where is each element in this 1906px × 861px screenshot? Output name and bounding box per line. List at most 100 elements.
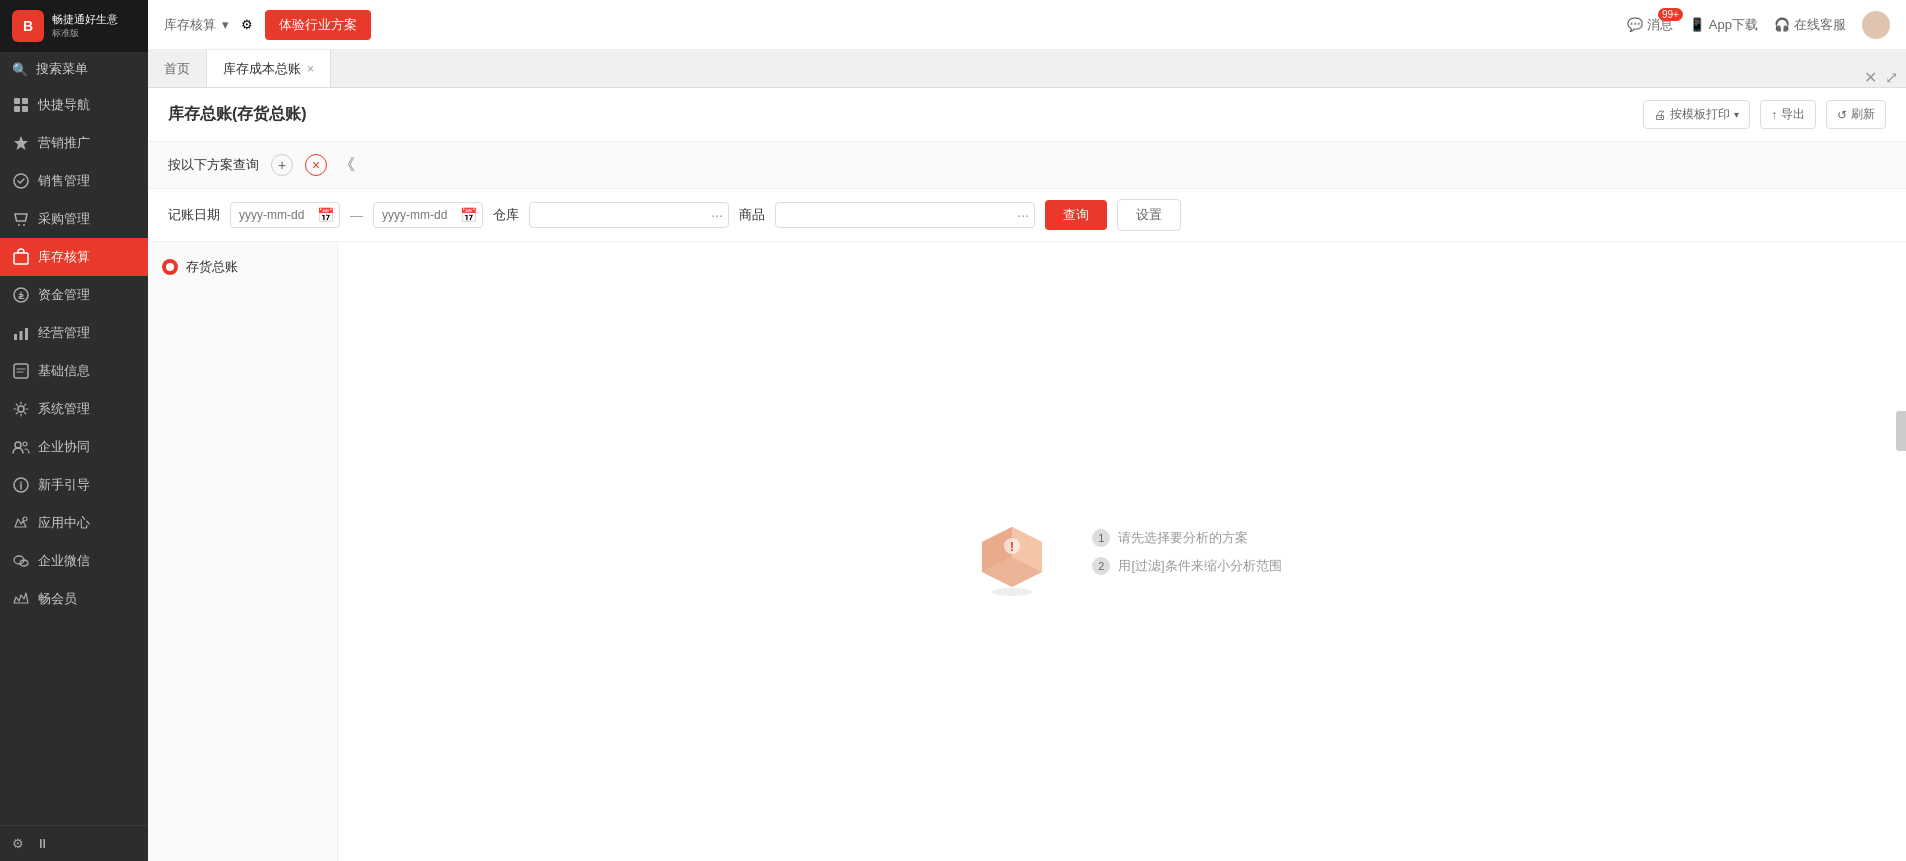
main-area: 库存核算 ▾ ⚙ 体验行业方案 💬 消息 99+ 📱 App下载 🎧 在线客服 …: [148, 0, 1906, 861]
app-download-link[interactable]: 📱 App下载: [1689, 16, 1758, 34]
topbar-settings-icon[interactable]: ⚙: [241, 17, 253, 32]
sidebar-item-basic-info[interactable]: 基础信息: [0, 352, 148, 390]
user-avatar[interactable]: [1862, 11, 1890, 39]
topbar: 库存核算 ▾ ⚙ 体验行业方案 💬 消息 99+ 📱 App下载 🎧 在线客服: [148, 0, 1906, 50]
product-more-icon[interactable]: ···: [1017, 207, 1029, 223]
date-start-wrapper: 📅: [230, 202, 340, 228]
breadcrumb-chevron[interactable]: ▾: [222, 17, 229, 32]
svg-rect-11: [25, 328, 28, 340]
svg-point-13: [18, 406, 24, 412]
marketing-icon: [12, 134, 30, 152]
sidebar-item-purchase[interactable]: 采购管理: [0, 200, 148, 238]
print-button[interactable]: 🖨 按模板打印 ▾: [1643, 100, 1750, 129]
sidebar-item-enterprise[interactable]: 企业协同: [0, 428, 148, 466]
search-menu[interactable]: 🔍 搜索菜单: [0, 52, 148, 86]
breadcrumb: 库存核算 ▾: [164, 16, 229, 34]
sidebar-item-new-guide[interactable]: 新手引导: [0, 466, 148, 504]
tabbar: 首页 库存成本总账 × ✕ ⤢: [148, 50, 1906, 88]
app-logo: B 畅捷通好生意 标准版: [0, 0, 148, 52]
sidebar-bottom: ⚙ ⏸: [0, 825, 148, 861]
empty-tip-1: 1 请先选择要分析的方案: [1092, 529, 1281, 547]
warehouse-label: 仓库: [493, 206, 519, 224]
svg-point-14: [15, 442, 21, 448]
filter-panel-left: 存货总账: [148, 242, 338, 861]
topbar-right: 💬 消息 99+ 📱 App下载 🎧 在线客服: [1627, 11, 1890, 39]
nav-icon: [12, 96, 30, 114]
sidebar-item-operations[interactable]: 经营管理: [0, 314, 148, 352]
svg-rect-7: [14, 253, 28, 264]
print-icon: 🖨: [1654, 108, 1666, 122]
page-content: 库存总账(存货总账) 🖨 按模板打印 ▾ ↑ 导出 ↺ 刷新 按以下方案查询: [148, 88, 1906, 861]
filter-item-inventory-ledger[interactable]: 存货总账: [148, 250, 337, 284]
sidebar-item-app-center[interactable]: 应用中心: [0, 504, 148, 542]
svg-rect-1: [22, 98, 28, 104]
calendar-end-icon[interactable]: 📅: [460, 207, 477, 223]
basic-icon: [12, 362, 30, 380]
empty-tips: 1 请先选择要分析的方案 2 用[过滤]条件来缩小分析范围: [1092, 529, 1281, 575]
svg-rect-10: [20, 331, 23, 340]
page-header: 库存总账(存货总账) 🖨 按模板打印 ▾ ↑ 导出 ↺ 刷新: [148, 88, 1906, 142]
tab-home[interactable]: 首页: [148, 50, 207, 87]
product-input[interactable]: [775, 202, 1035, 228]
filter-scheme-bar: 按以下方案查询 + × 《: [148, 142, 1906, 189]
search-icon: 🔍: [12, 62, 28, 77]
message-badge: 99+: [1658, 8, 1683, 21]
calendar-start-icon[interactable]: 📅: [317, 207, 334, 223]
svg-point-17: [23, 517, 27, 521]
date-label: 记账日期: [168, 206, 220, 224]
product-label: 商品: [739, 206, 765, 224]
svg-point-5: [18, 224, 20, 226]
product-wrapper: ···: [775, 202, 1035, 228]
message-button[interactable]: 💬 消息 99+: [1627, 16, 1673, 34]
warehouse-wrapper: ···: [529, 202, 729, 228]
sidebar-item-finance[interactable]: 资金管理: [0, 276, 148, 314]
svg-rect-2: [14, 106, 20, 112]
content-area: 存货总账: [148, 242, 1906, 861]
tab-expand-icon[interactable]: ⤢: [1885, 68, 1898, 87]
wechat-icon: [12, 552, 30, 570]
industry-solution-button[interactable]: 体验行业方案: [265, 10, 371, 40]
vip-icon: [12, 590, 30, 608]
sidebar-item-vip[interactable]: 畅会员: [0, 580, 148, 618]
tab-actions: ✕ ⤢: [1864, 68, 1906, 87]
refresh-button[interactable]: ↺ 刷新: [1826, 100, 1886, 129]
sidebar-item-quick-nav[interactable]: 快捷导航: [0, 86, 148, 124]
svg-point-20: [166, 263, 174, 271]
tab-close-icon[interactable]: ✕: [1864, 68, 1877, 87]
logo-icon: B: [12, 10, 44, 42]
tab-inventory-cost[interactable]: 库存成本总账 ×: [207, 50, 331, 87]
sidebar-item-sales[interactable]: 销售管理: [0, 162, 148, 200]
sidebar-item-inventory[interactable]: 库存核算: [0, 238, 148, 276]
tip-num-1: 1: [1092, 529, 1110, 547]
sidebar-scroll: 快捷导航 营销推广 销售管理 采购管理 库存核算: [0, 86, 148, 825]
settings-button[interactable]: 设置: [1117, 199, 1181, 231]
filter-collapse-button[interactable]: 《: [339, 155, 355, 176]
audio-icon[interactable]: ⏸: [36, 836, 49, 851]
query-button[interactable]: 查询: [1045, 200, 1107, 230]
sidebar: B 畅捷通好生意 标准版 🔍 搜索菜单 快捷导航 营销推广 销售管理: [0, 0, 148, 861]
sales-icon: [12, 172, 30, 190]
filter-add-button[interactable]: +: [271, 154, 293, 176]
settings-icon[interactable]: ⚙: [12, 836, 24, 851]
breadcrumb-text: 库存核算: [164, 16, 216, 34]
filter-row: 记账日期 📅 — 📅 仓库 ··· 商品 ··· 查询 设置: [148, 189, 1906, 242]
sidebar-item-system[interactable]: 系统管理: [0, 390, 148, 428]
warehouse-input[interactable]: [529, 202, 729, 228]
empty-tip-2: 2 用[过滤]条件来缩小分析范围: [1092, 557, 1281, 575]
app-center-icon: [12, 514, 30, 532]
tab-close-button[interactable]: ×: [307, 62, 314, 76]
phone-icon: 📱: [1689, 17, 1705, 32]
sidebar-item-wechat[interactable]: 企业微信: [0, 542, 148, 580]
online-service-link[interactable]: 🎧 在线客服: [1774, 16, 1846, 34]
export-button[interactable]: ↑ 导出: [1760, 100, 1816, 129]
enterprise-icon: [12, 438, 30, 456]
logo-text: 畅捷通好生意 标准版: [52, 12, 118, 40]
sidebar-item-marketing[interactable]: 营销推广: [0, 124, 148, 162]
filter-delete-button[interactable]: ×: [305, 154, 327, 176]
system-icon: [12, 400, 30, 418]
warehouse-more-icon[interactable]: ···: [711, 207, 723, 223]
svg-rect-0: [14, 98, 20, 104]
right-panel-handle[interactable]: [1896, 411, 1906, 451]
inventory-icon: [12, 248, 30, 266]
filter-label: 按以下方案查询: [168, 156, 259, 174]
